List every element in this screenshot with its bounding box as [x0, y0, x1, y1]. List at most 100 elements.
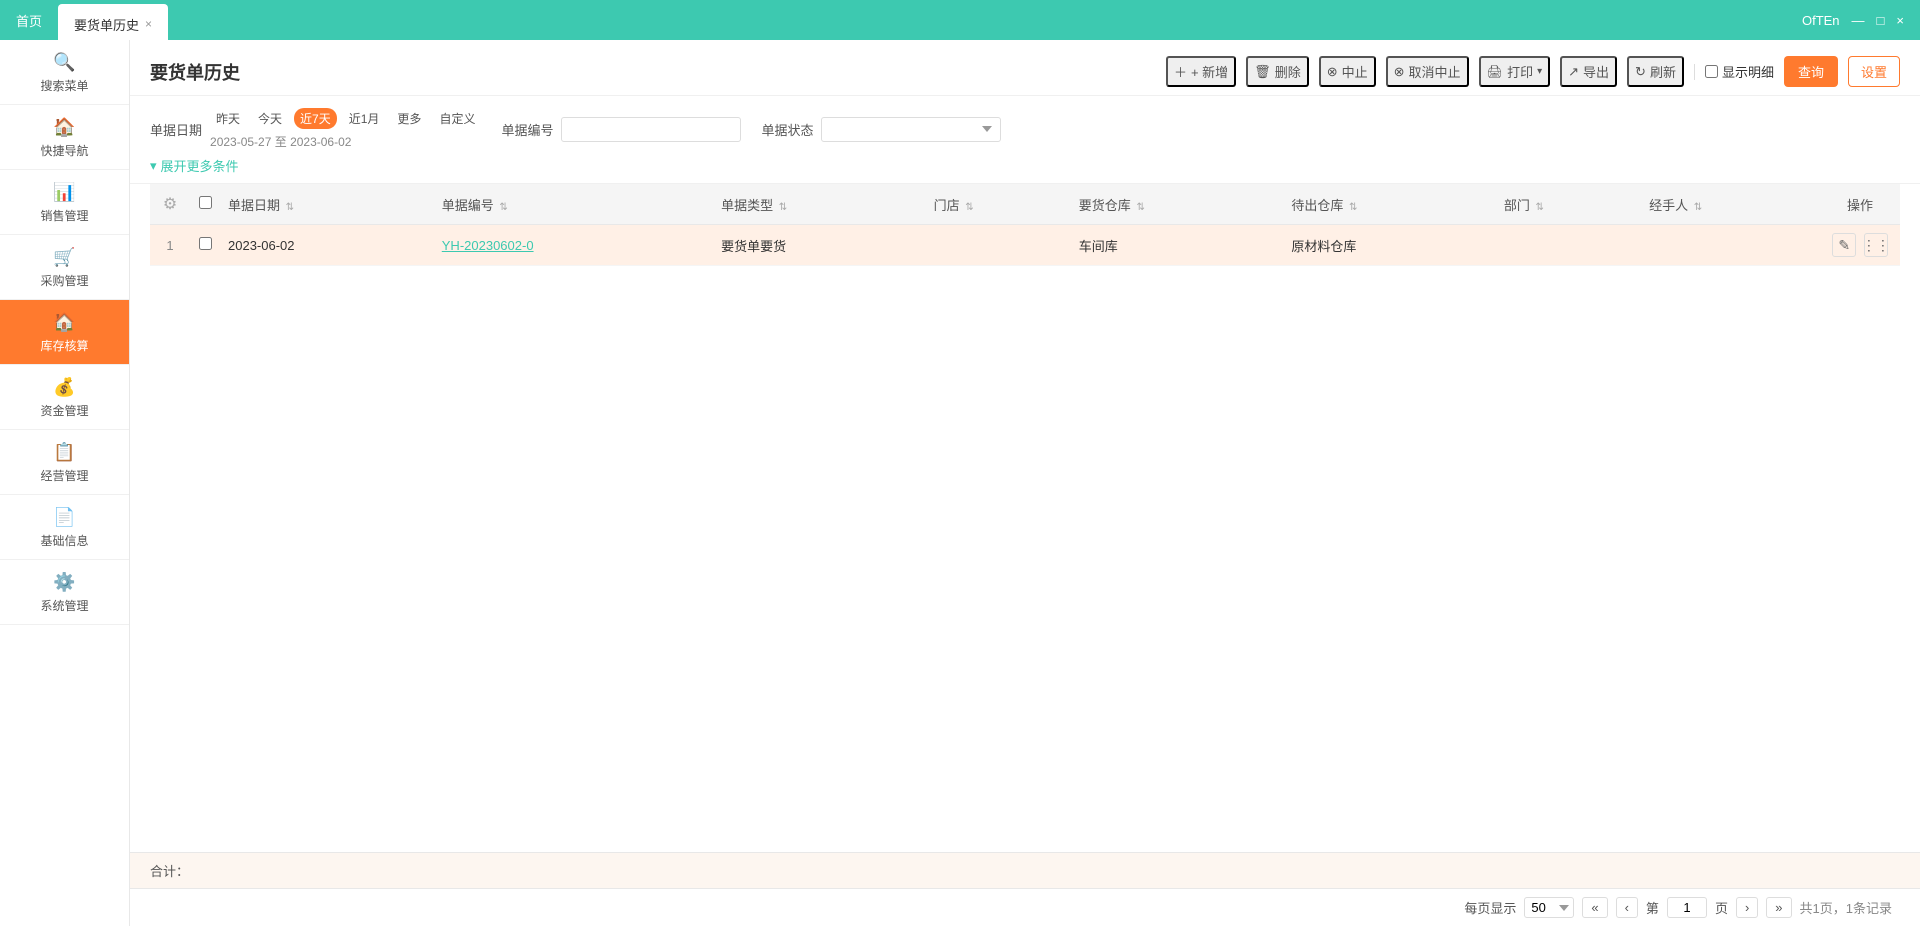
column-settings-icon[interactable]: ⚙ — [163, 196, 177, 213]
display-detail-checkbox[interactable] — [1705, 65, 1718, 78]
row-actions: ✎ ⋮⋮ — [1820, 225, 1900, 266]
row-index: 1 — [150, 225, 190, 266]
expand-more-btn[interactable]: ▾ 展开更多条件 — [150, 156, 1900, 175]
doc-icon: 📄 — [53, 507, 75, 528]
th-department[interactable]: 部门 ⇅ — [1496, 184, 1641, 225]
date-label: 单据日期 — [150, 120, 202, 139]
sidebar-item-system[interactable]: ⚙️ 系统管理 — [0, 560, 129, 625]
sidebar-item-quick-nav[interactable]: 🏠 快捷导航 — [0, 105, 129, 170]
gear-icon: ⚙️ — [53, 572, 75, 593]
user-text: OfTEn — [1802, 13, 1840, 28]
sidebar-item-operations[interactable]: 📋 经营管理 — [0, 430, 129, 495]
prev-page-btn[interactable]: ‹ — [1616, 897, 1638, 918]
row-req-warehouse: 车间库 — [1071, 225, 1284, 266]
sidebar-label-quick-nav: 快捷导航 — [40, 142, 88, 159]
delete-button[interactable]: 🗑 删除 — [1246, 56, 1309, 87]
maximize-icon[interactable]: □ — [1877, 13, 1885, 28]
row-department — [1496, 225, 1641, 266]
cancel-stop-icon: ⊗ — [1394, 64, 1405, 80]
search-icon: 🔍 — [53, 52, 75, 73]
refresh-button[interactable]: ↻ 刷新 — [1627, 56, 1684, 87]
date-opt-yesterday[interactable]: 昨天 — [210, 108, 246, 129]
row-docnum-link[interactable]: YH-20230602-0 — [442, 238, 534, 253]
row-doctype: 要货单要货 — [713, 225, 926, 266]
expand-chevron-icon: ▾ — [150, 158, 157, 174]
window-close-icon[interactable]: × — [1896, 13, 1904, 28]
date-opt-custom[interactable]: 自定义 — [433, 108, 481, 129]
refresh-icon: ↻ — [1635, 64, 1646, 80]
total-info: 共1页，1条记录 — [1800, 898, 1892, 917]
sidebar-item-finance[interactable]: 💰 资金管理 — [0, 365, 129, 430]
filter-date: 单据日期 昨天 今天 近7天 近1月 更多 自定义 2023-05-27 至 2… — [150, 108, 481, 150]
docnum-input[interactable] — [561, 117, 741, 142]
cancel-stop-button[interactable]: ⊗ 取消中止 — [1386, 56, 1469, 87]
row-more-icon[interactable]: ⋮⋮ — [1864, 233, 1888, 257]
summary-label: 合计： — [150, 864, 189, 879]
tab-home[interactable]: 首页 — [0, 0, 58, 40]
row-checkbox-cell — [190, 225, 220, 266]
new-icon: ＋ — [1174, 62, 1187, 81]
row-docdate: 2023-06-02 — [220, 225, 434, 266]
sidebar-item-sales[interactable]: 📊 销售管理 — [0, 170, 129, 235]
nav-tabs: 首页 要货单历史 × — [0, 0, 1802, 40]
delete-icon: 🗑 — [1254, 64, 1271, 80]
first-page-btn[interactable]: « — [1582, 897, 1607, 918]
status-select[interactable] — [821, 117, 1001, 142]
sort-icon-handler: ⇅ — [1694, 202, 1702, 213]
sidebar-label-purchase: 采购管理 — [40, 272, 88, 289]
sort-icon-store: ⇅ — [965, 202, 973, 213]
display-detail-label[interactable]: 显示明细 — [1705, 62, 1774, 81]
sidebar-item-basic-info[interactable]: 📄 基础信息 — [0, 495, 129, 560]
tab-requisition-history[interactable]: 要货单历史 × — [58, 4, 168, 44]
operations-icon: 📋 — [53, 442, 75, 463]
sort-icon-docnum: ⇅ — [499, 202, 507, 213]
display-detail-text: 显示明细 — [1722, 62, 1774, 81]
th-docnum[interactable]: 单据编号 ⇅ — [434, 184, 713, 225]
th-docdate[interactable]: 单据日期 ⇅ — [220, 184, 434, 225]
th-req-warehouse[interactable]: 要货仓库 ⇅ — [1071, 184, 1284, 225]
page-size-select[interactable]: 20 50 100 — [1524, 897, 1574, 918]
sidebar-item-inventory[interactable]: 🏠 库存核算 — [0, 300, 129, 365]
th-action: 操作 — [1820, 184, 1900, 225]
th-handler[interactable]: 经手人 ⇅ — [1641, 184, 1820, 225]
page-num-input[interactable] — [1667, 897, 1707, 918]
sidebar-item-purchase[interactable]: 🛒 采购管理 — [0, 235, 129, 300]
next-page-btn[interactable]: › — [1736, 897, 1758, 918]
sidebar-label-inventory: 库存核算 — [40, 337, 88, 354]
row-docnum: YH-20230602-0 — [434, 225, 713, 266]
filter-status: 单据状态 — [761, 117, 1001, 142]
filter-row-1: 单据日期 昨天 今天 近7天 近1月 更多 自定义 2023-05-27 至 2… — [150, 108, 1900, 150]
stop-button[interactable]: ⊗ 中止 — [1319, 56, 1376, 87]
query-button[interactable]: 查询 — [1784, 56, 1838, 87]
sidebar-label-search: 搜索菜单 — [40, 77, 88, 94]
row-edit-icon[interactable]: ✎ — [1832, 233, 1856, 257]
page-header: 要货单历史 ＋ + 新增 🗑 删除 ⊗ 中止 ⊗ 取消中止 — [130, 40, 1920, 96]
toolbar: ＋ + 新增 🗑 删除 ⊗ 中止 ⊗ 取消中止 🖨 打印 — [1166, 56, 1900, 87]
row-handler — [1641, 225, 1820, 266]
expand-more-label: 展开更多条件 — [161, 156, 239, 175]
last-page-btn[interactable]: » — [1766, 897, 1791, 918]
sidebar-item-search[interactable]: 🔍 搜索菜单 — [0, 40, 129, 105]
row-checkbox[interactable] — [199, 237, 212, 250]
new-button[interactable]: ＋ + 新增 — [1166, 56, 1236, 87]
date-opt-1month[interactable]: 近1月 — [343, 108, 386, 129]
tab-close-icon[interactable]: × — [145, 17, 152, 31]
date-opt-7days[interactable]: 近7天 — [294, 108, 337, 129]
select-all-checkbox[interactable] — [199, 196, 212, 209]
sort-icon-doctype: ⇅ — [779, 202, 787, 213]
row-pending-warehouse: 原材料仓库 — [1283, 225, 1496, 266]
export-button[interactable]: ↗ 导出 — [1560, 56, 1617, 87]
date-opt-today[interactable]: 今天 — [252, 108, 288, 129]
tab-requisition-label: 要货单历史 — [74, 15, 139, 34]
filter-docnum: 单据编号 — [501, 117, 741, 142]
data-table: ⚙ 单据日期 ⇅ 单据编号 ⇅ — [150, 184, 1900, 266]
th-pending-warehouse[interactable]: 待出仓库 ⇅ — [1283, 184, 1496, 225]
sort-icon-docdate: ⇅ — [286, 202, 294, 213]
top-nav: 首页 要货单历史 × OfTEn — □ × — [0, 0, 1920, 40]
settings-button[interactable]: 设置 — [1848, 56, 1900, 87]
date-opt-more[interactable]: 更多 — [391, 108, 427, 129]
th-doctype[interactable]: 单据类型 ⇅ — [713, 184, 926, 225]
print-button[interactable]: 🖨 打印 ▾ — [1479, 56, 1551, 87]
th-store[interactable]: 门店 ⇅ — [926, 184, 1071, 225]
minimize-icon[interactable]: — — [1852, 13, 1865, 28]
